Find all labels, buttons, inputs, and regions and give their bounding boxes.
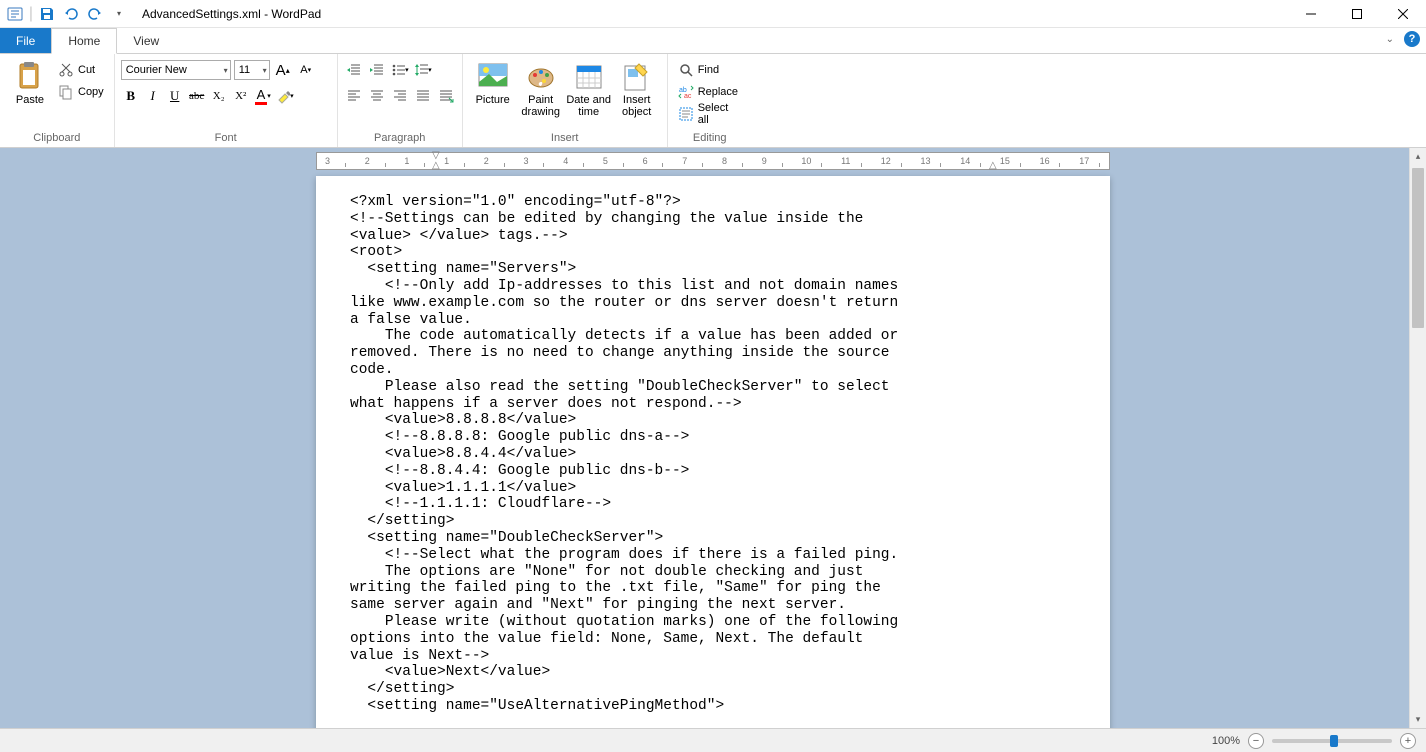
svg-text:ac: ac xyxy=(684,93,692,100)
find-label: Find xyxy=(698,64,719,76)
help-icon[interactable]: ? xyxy=(1404,31,1420,47)
collapse-ribbon-icon[interactable]: ⌄ xyxy=(1386,34,1394,45)
grow-font-button[interactable]: A▴ xyxy=(273,60,293,80)
group-font: Courier New▾ 11▾ A▴ A▾ B I U abc X₂ X² A… xyxy=(115,54,338,147)
window-title: AdvancedSettings.xml - WordPad xyxy=(142,7,321,21)
italic-button[interactable]: I xyxy=(143,86,163,106)
select-all-button[interactable]: Select all xyxy=(674,104,746,124)
justify-button[interactable] xyxy=(413,86,433,106)
cut-button[interactable]: Cut xyxy=(54,60,108,80)
select-all-label: Select all xyxy=(698,102,742,126)
scroll-down-button[interactable]: ▾ xyxy=(1410,711,1426,728)
vertical-scrollbar[interactable]: ▴ ▾ xyxy=(1409,148,1426,728)
insert-paint-drawing-button[interactable]: Paint drawing xyxy=(517,56,565,118)
scroll-up-button[interactable]: ▴ xyxy=(1410,148,1426,165)
font-size-combo[interactable]: 11▾ xyxy=(234,60,270,80)
strikethrough-button[interactable]: abc xyxy=(187,86,207,106)
bullet-list-button[interactable]: ▾ xyxy=(390,60,410,80)
line-spacing-button[interactable]: ▾ xyxy=(413,60,433,80)
zoom-percent: 100% xyxy=(1212,735,1240,747)
tab-file[interactable]: File xyxy=(0,28,51,53)
paragraph-dialog-button[interactable] xyxy=(436,86,456,106)
decrease-indent-button[interactable] xyxy=(344,60,364,80)
insert-object-label: Insert object xyxy=(622,94,651,118)
font-group-label: Font xyxy=(121,130,331,147)
cut-label: Cut xyxy=(78,64,95,76)
bold-button[interactable]: B xyxy=(121,86,141,106)
highlight-button[interactable]: ▾ xyxy=(275,86,295,106)
window-controls xyxy=(1288,0,1426,28)
document-area: 3211234567891011121314151617▽△△ <?xml ve… xyxy=(0,148,1426,728)
find-button[interactable]: Find xyxy=(674,60,746,80)
paint-drawing-label: Paint drawing xyxy=(521,94,560,118)
insert-picture-button[interactable]: Picture xyxy=(469,56,517,106)
qat-customize-dropdown[interactable]: ▾ xyxy=(108,3,130,25)
align-left-button[interactable] xyxy=(344,86,364,106)
insert-datetime-button[interactable]: Date and time xyxy=(565,56,613,118)
group-editing: Find abac Replace Select all Editing xyxy=(668,54,752,147)
datetime-label: Date and time xyxy=(566,94,611,118)
replace-label: Replace xyxy=(698,86,738,98)
ruler-container: 3211234567891011121314151617▽△△ xyxy=(0,148,1426,170)
tab-home[interactable]: Home xyxy=(51,28,117,54)
zoom-in-button[interactable]: + xyxy=(1400,733,1416,749)
zoom-out-button[interactable]: − xyxy=(1248,733,1264,749)
minimize-button[interactable] xyxy=(1288,0,1334,28)
qat-separator: | xyxy=(28,3,34,25)
zoom-slider-thumb[interactable] xyxy=(1330,735,1338,747)
replace-icon: abac xyxy=(678,84,694,100)
undo-icon[interactable] xyxy=(60,3,82,25)
group-clipboard: Paste Cut Copy Clipboard xyxy=(0,54,115,147)
paste-button[interactable]: Paste xyxy=(6,56,54,106)
shrink-font-button[interactable]: A▾ xyxy=(296,60,316,80)
scissors-icon xyxy=(58,62,74,78)
redo-icon[interactable] xyxy=(84,3,106,25)
underline-button[interactable]: U xyxy=(165,86,185,106)
zoom-slider[interactable] xyxy=(1272,739,1392,743)
font-name-combo[interactable]: Courier New▾ xyxy=(121,60,231,80)
document-text[interactable]: <?xml version="1.0" encoding="utf-8"?> <… xyxy=(350,194,910,715)
quick-access-toolbar: | ▾ xyxy=(0,3,134,25)
copy-icon xyxy=(58,84,74,100)
group-paragraph: ▾ ▾ Paragraph xyxy=(338,54,463,147)
picture-label: Picture xyxy=(476,94,510,106)
tab-view[interactable]: View xyxy=(117,28,175,53)
wordpad-app-icon xyxy=(4,3,26,25)
select-all-icon xyxy=(678,106,694,122)
increase-indent-button[interactable] xyxy=(367,60,387,80)
title-bar: | ▾ AdvancedSettings.xml - WordPad xyxy=(0,0,1426,28)
clipboard-group-label: Clipboard xyxy=(6,130,108,147)
align-center-button[interactable] xyxy=(367,86,387,106)
find-icon xyxy=(678,62,694,78)
font-color-button[interactable]: A▾ xyxy=(253,86,273,106)
page-scroll-area[interactable]: <?xml version="1.0" encoding="utf-8"?> <… xyxy=(0,170,1426,728)
status-bar: 100% − + xyxy=(0,728,1426,752)
maximize-button[interactable] xyxy=(1334,0,1380,28)
editing-group-label: Editing xyxy=(674,130,746,147)
close-button[interactable] xyxy=(1380,0,1426,28)
paragraph-group-label: Paragraph xyxy=(344,130,456,147)
copy-label: Copy xyxy=(78,86,104,98)
insert-object-button[interactable]: Insert object xyxy=(613,56,661,118)
paste-label: Paste xyxy=(16,94,44,106)
scrollbar-thumb[interactable] xyxy=(1412,168,1424,328)
save-icon[interactable] xyxy=(36,3,58,25)
ribbon: Paste Cut Copy Clipboard Courier New▾ 11… xyxy=(0,54,1426,148)
replace-button[interactable]: abac Replace xyxy=(674,82,746,102)
insert-group-label: Insert xyxy=(469,130,661,147)
horizontal-ruler[interactable]: 3211234567891011121314151617▽△△ xyxy=(316,152,1110,170)
ribbon-tabs: File Home View ⌄ ? xyxy=(0,28,1426,54)
group-insert: Picture Paint drawing Date and time Inse… xyxy=(463,54,668,147)
align-right-button[interactable] xyxy=(390,86,410,106)
subscript-button[interactable]: X₂ xyxy=(209,86,229,106)
document-page: <?xml version="1.0" encoding="utf-8"?> <… xyxy=(316,176,1110,728)
superscript-button[interactable]: X² xyxy=(231,86,251,106)
copy-button[interactable]: Copy xyxy=(54,82,108,102)
